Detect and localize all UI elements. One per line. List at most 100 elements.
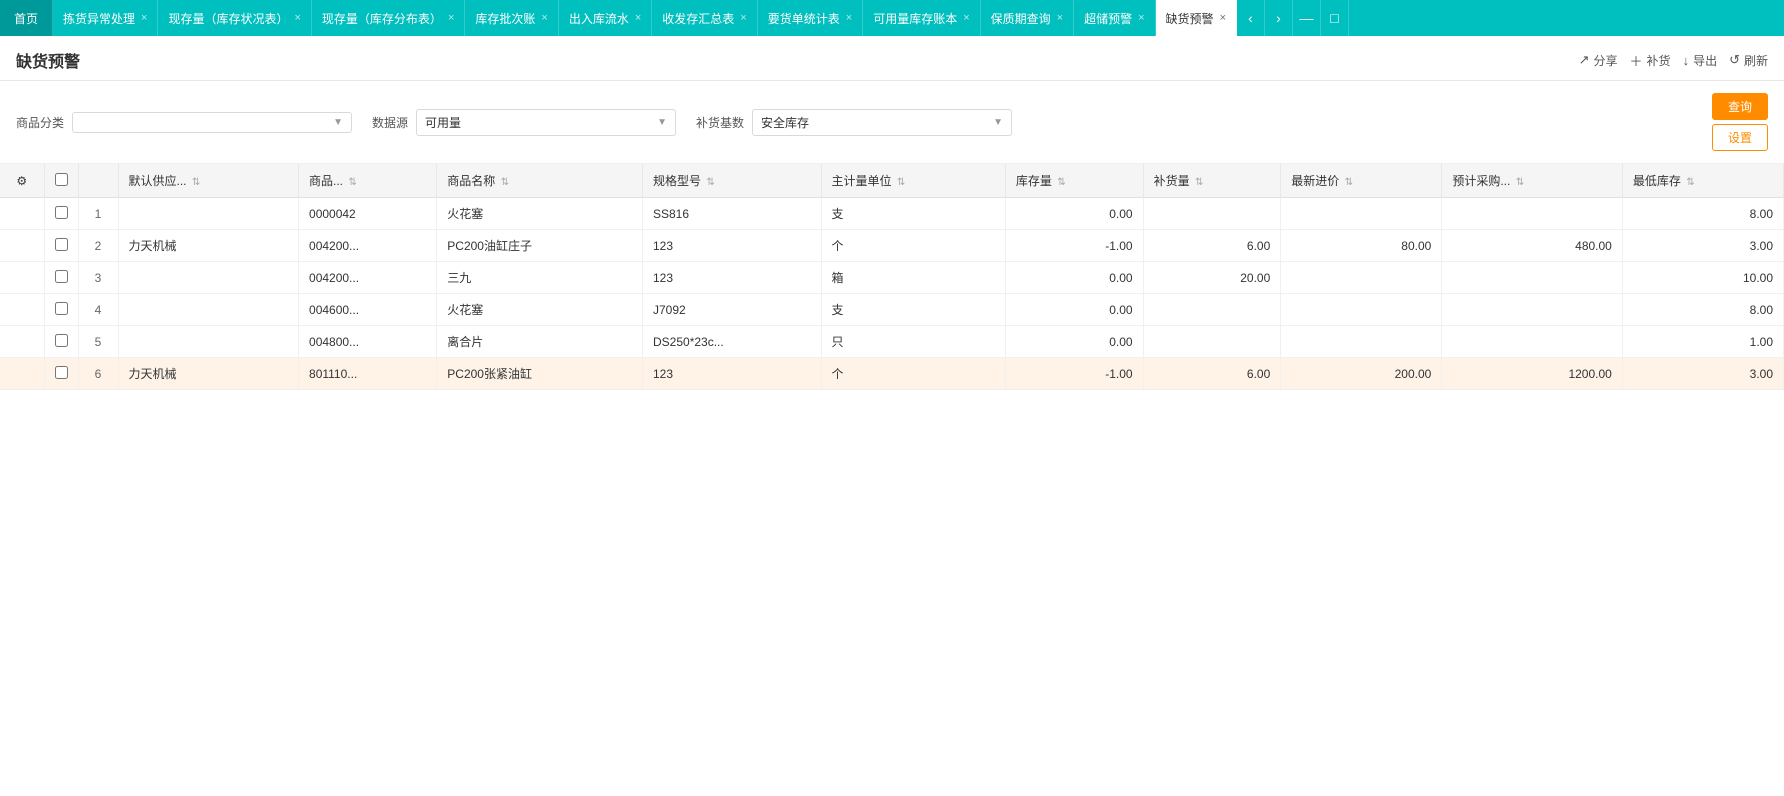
- th-checkbox[interactable]: [44, 164, 78, 198]
- select-all-checkbox[interactable]: [55, 173, 68, 186]
- row-unit-1: 个: [821, 230, 1005, 262]
- share-icon: ↗: [1579, 52, 1590, 68]
- tab-home[interactable]: 首页: [0, 0, 53, 36]
- nav-maximize[interactable]: □: [1321, 0, 1349, 36]
- page-title: 缺货预警: [16, 48, 80, 72]
- replenish-label: 补货基数: [696, 114, 744, 131]
- page-header: 缺货预警 ↗ 分享 ＋ 补货 ↓ 导出 ↺ 刷新: [0, 36, 1784, 81]
- query-button[interactable]: 查询: [1712, 93, 1768, 120]
- sort-price-icon: ⇅: [1345, 177, 1353, 188]
- close-tab-overstock[interactable]: ×: [1138, 12, 1144, 24]
- row-check-1[interactable]: [55, 238, 68, 251]
- row-checkbox-0[interactable]: [44, 198, 78, 230]
- row-index-5: 6: [78, 358, 118, 390]
- row-checkbox-2[interactable]: [44, 262, 78, 294]
- filter-replenish: 补货基数 安全库存 ▼: [696, 109, 1012, 136]
- refresh-button[interactable]: ↺ 刷新: [1729, 52, 1768, 69]
- th-product-name[interactable]: 商品名称 ⇅: [437, 164, 643, 198]
- nav-minimize[interactable]: —: [1293, 0, 1321, 36]
- row-gear-4[interactable]: [0, 326, 44, 358]
- row-replenish-0: [1143, 198, 1281, 230]
- row-supplier-3: [118, 294, 299, 326]
- nav-next[interactable]: ›: [1265, 0, 1293, 36]
- row-checkbox-5[interactable]: [44, 358, 78, 390]
- close-tab-batch[interactable]: ×: [541, 12, 547, 24]
- row-check-2[interactable]: [55, 270, 68, 283]
- share-button[interactable]: ↗ 分享: [1579, 52, 1618, 69]
- th-est-purchase[interactable]: 预计采购... ⇅: [1442, 164, 1623, 198]
- th-latest-price[interactable]: 最新进价 ⇅: [1281, 164, 1442, 198]
- th-stock-qty[interactable]: 库存量 ⇅: [1005, 164, 1143, 198]
- th-product-code[interactable]: 商品... ⇅: [299, 164, 437, 198]
- export-button[interactable]: ↓ 导出: [1683, 52, 1718, 69]
- tab-avail[interactable]: 可用量库存账本 ×: [863, 0, 980, 36]
- row-replenish-1: 6.00: [1143, 230, 1281, 262]
- sort-min-icon: ⇅: [1686, 177, 1694, 188]
- row-check-0[interactable]: [55, 206, 68, 219]
- row-est-0: [1442, 198, 1623, 230]
- row-min-3: 8.00: [1622, 294, 1783, 326]
- tab-shortage[interactable]: 缺货预警 ×: [1156, 0, 1237, 36]
- close-tab-expire[interactable]: ×: [1057, 12, 1063, 24]
- table-row: 5 004800... 离合片 DS250*23c... 只 0.00 1.00: [0, 326, 1784, 358]
- tab-overstock[interactable]: 超储预警 ×: [1074, 0, 1155, 36]
- table-row: 3 004200... 三九 123 箱 0.00 20.00 10.00: [0, 262, 1784, 294]
- th-replenish-qty[interactable]: 补货量 ⇅: [1143, 164, 1281, 198]
- filter-category: 商品分类 ▼: [16, 112, 352, 133]
- row-stock-5: -1.00: [1005, 358, 1143, 390]
- tab-expire[interactable]: 保质期查询 ×: [981, 0, 1074, 36]
- row-check-5[interactable]: [55, 366, 68, 379]
- replenish-icon: ＋: [1630, 51, 1643, 70]
- row-check-4[interactable]: [55, 334, 68, 347]
- tab-pick[interactable]: 拣货异常处理 ×: [53, 0, 158, 36]
- tab-summary[interactable]: 收发存汇总表 ×: [652, 0, 757, 36]
- row-min-0: 8.00: [1622, 198, 1783, 230]
- th-default-supplier[interactable]: 默认供应... ⇅: [118, 164, 299, 198]
- row-min-2: 10.00: [1622, 262, 1783, 294]
- close-tab-flow[interactable]: ×: [635, 12, 641, 24]
- th-spec[interactable]: 规格型号 ⇅: [643, 164, 822, 198]
- sort-spec-icon: ⇅: [706, 177, 714, 188]
- nav-prev[interactable]: ‹: [1237, 0, 1265, 36]
- close-tab-pick[interactable]: ×: [141, 12, 147, 24]
- row-code-3: 004600...: [299, 294, 437, 326]
- row-gear-1[interactable]: [0, 230, 44, 262]
- row-gear-2[interactable]: [0, 262, 44, 294]
- th-gear[interactable]: ⚙: [0, 164, 44, 198]
- row-min-1: 3.00: [1622, 230, 1783, 262]
- settings-button[interactable]: 设置: [1712, 124, 1768, 151]
- row-index-1: 2: [78, 230, 118, 262]
- row-supplier-0: [118, 198, 299, 230]
- replenish-button[interactable]: ＋ 补货: [1630, 51, 1671, 70]
- tab-order[interactable]: 要货单统计表 ×: [758, 0, 863, 36]
- row-check-3[interactable]: [55, 302, 68, 315]
- row-gear-5[interactable]: [0, 358, 44, 390]
- row-code-4: 004800...: [299, 326, 437, 358]
- close-tab-order[interactable]: ×: [846, 12, 852, 24]
- row-checkbox-3[interactable]: [44, 294, 78, 326]
- close-tab-avail[interactable]: ×: [963, 12, 969, 24]
- sort-unit-icon: ⇅: [897, 177, 905, 188]
- row-spec-4: DS250*23c...: [643, 326, 822, 358]
- replenish-select[interactable]: 安全库存 ▼: [752, 109, 1012, 136]
- row-checkbox-4[interactable]: [44, 326, 78, 358]
- category-select[interactable]: ▼: [72, 112, 352, 133]
- close-tab-summary[interactable]: ×: [740, 12, 746, 24]
- th-min-stock[interactable]: 最低库存 ⇅: [1622, 164, 1783, 198]
- close-tab-stock2[interactable]: ×: [448, 12, 454, 24]
- row-gear-3[interactable]: [0, 294, 44, 326]
- datasource-select[interactable]: 可用量 ▼: [416, 109, 676, 136]
- row-supplier-5: 力天机械: [118, 358, 299, 390]
- row-gear-0[interactable]: [0, 198, 44, 230]
- row-index-2: 3: [78, 262, 118, 294]
- tab-flow[interactable]: 出入库流水 ×: [559, 0, 652, 36]
- tab-stock2[interactable]: 现存量（库存分布表） ×: [312, 0, 465, 36]
- close-tab-shortage[interactable]: ×: [1220, 12, 1226, 24]
- filter-datasource: 数据源 可用量 ▼: [372, 109, 676, 136]
- tab-stock1[interactable]: 现存量（库存状况表） ×: [158, 0, 311, 36]
- tab-batch[interactable]: 库存批次账 ×: [465, 0, 558, 36]
- close-tab-stock1[interactable]: ×: [294, 12, 300, 24]
- th-unit[interactable]: 主计量单位 ⇅: [821, 164, 1005, 198]
- row-unit-2: 箱: [821, 262, 1005, 294]
- row-checkbox-1[interactable]: [44, 230, 78, 262]
